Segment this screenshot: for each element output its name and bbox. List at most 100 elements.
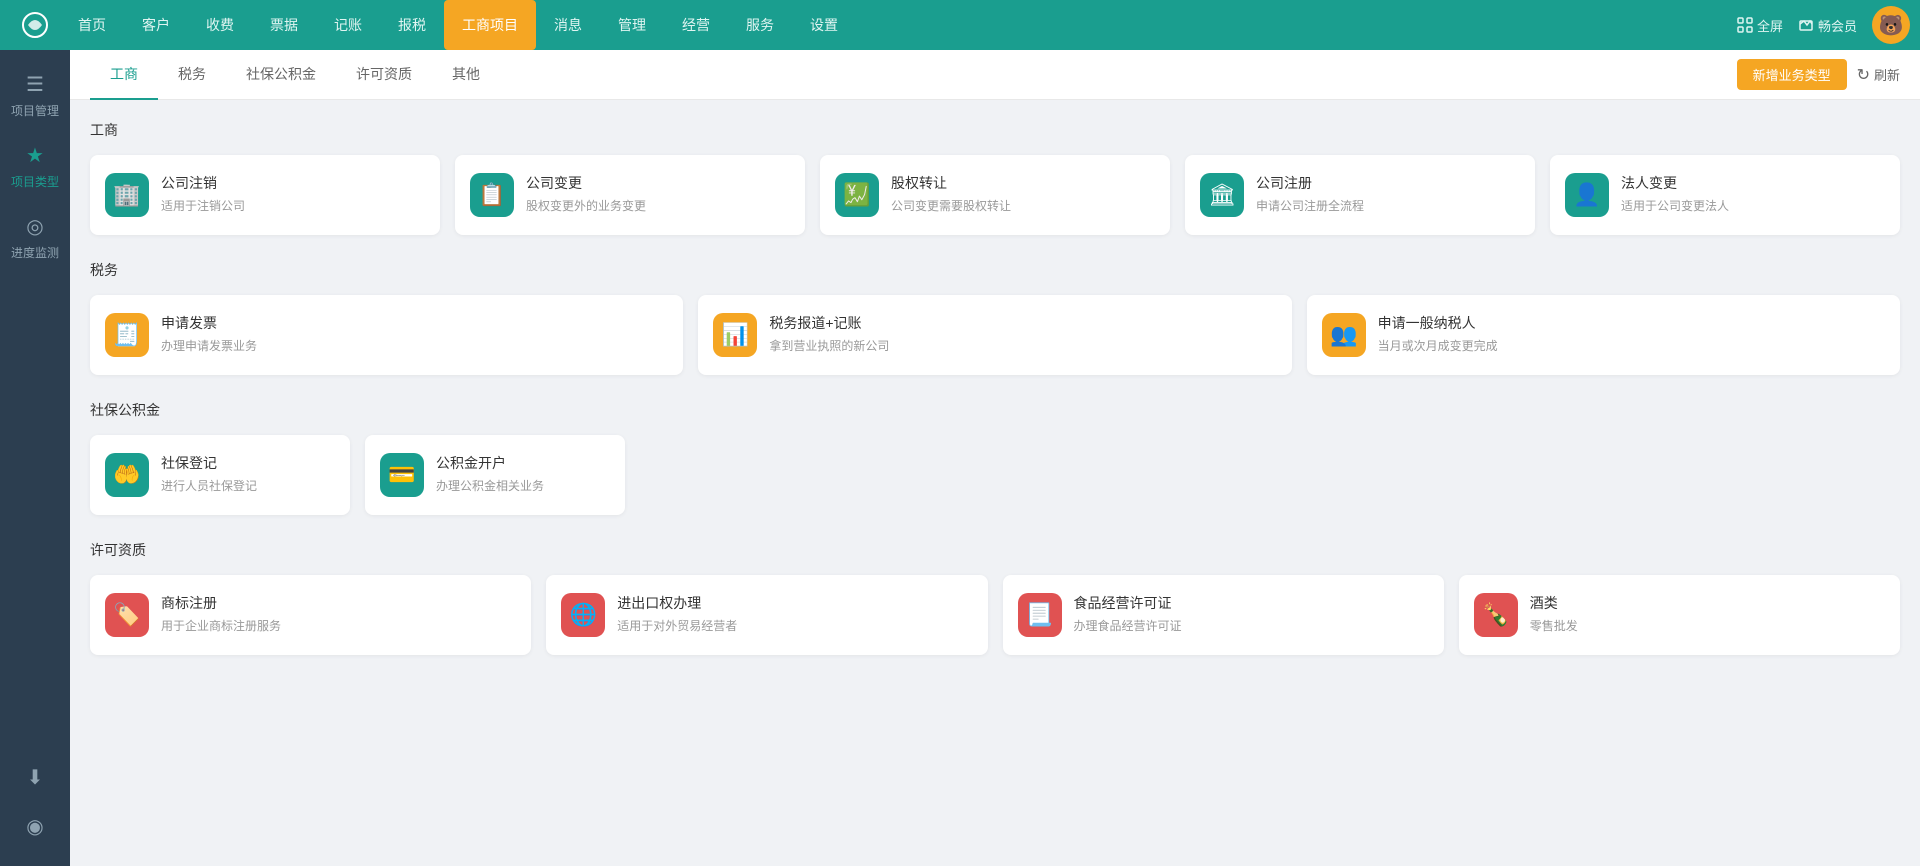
card-icon: 👥 <box>1322 313 1366 357</box>
nav-item-客户[interactable]: 客户 <box>124 0 188 50</box>
nav-item-收费[interactable]: 收费 <box>188 0 252 50</box>
service-card-法人变更[interactable]: 👤法人变更适用于公司变更法人 <box>1550 155 1900 235</box>
nav-item-首页[interactable]: 首页 <box>60 0 124 50</box>
card-icon: 🏛 <box>1200 173 1244 217</box>
card-content: 公司注销适用于注销公司 <box>161 173 245 214</box>
card-title: 税务报道+记账 <box>769 313 889 333</box>
card-icon: 🏢 <box>105 173 149 217</box>
tab-社保公积金[interactable]: 社保公积金 <box>226 50 336 100</box>
section-工商: 工商 🏢 公司注销适用于注销公司 📋公司变更股权变更外的业务变更 💹 股权转让公司变更需要… <box>90 120 1900 235</box>
nav-item-消息[interactable]: 消息 <box>536 0 600 50</box>
card-icon: 🧾 <box>105 313 149 357</box>
card-desc: 办理公积金相关业务 <box>436 477 544 494</box>
card-content: 申请发票办理申请发票业务 <box>161 313 257 354</box>
tab-bar: 工商税务社保公积金许可资质其他 新增业务类型 ↻ 刷新 <box>70 50 1920 100</box>
card-title: 公司注册 <box>1256 173 1364 193</box>
main-layout: ☰项目管理★项目类型◎进度监测⬇◉ 工商税务社保公积金许可资质其他 新增业务类型… <box>0 50 1920 866</box>
add-business-type-button[interactable]: 新增业务类型 <box>1737 59 1847 90</box>
main-scroll-area[interactable]: 工商 🏢 公司注销适用于注销公司 📋公司变更股权变更外的业务变更 💹 股权转让公司变更需要… <box>70 100 1920 866</box>
sidebar: ☰ 项目管理 ★ 项目类型 ◎ 进度监测 ⬇◉ <box>0 50 70 866</box>
card-title: 股权转让 <box>891 173 1011 193</box>
service-card-公司变更[interactable]: 📋公司变更股权变更外的业务变更 <box>455 155 805 235</box>
sidebar-icon: ◎ <box>26 214 43 239</box>
service-card-股权转让[interactable]: 💹 股权转让公司变更需要股权转让 <box>820 155 1170 235</box>
service-card-申请一般纳税人[interactable]: 👥申请一般纳税人当月或次月成变更完成 <box>1307 295 1900 375</box>
nav-item-经营[interactable]: 经营 <box>664 0 728 50</box>
top-navigation: 首页客户收费票据记账报税工商项目消息管理经营服务设置 全屏 畅会员 🐻 <box>0 0 1920 50</box>
mascot-avatar: 🐻 <box>1872 6 1910 44</box>
card-content: 公司变更股权变更外的业务变更 <box>526 173 646 214</box>
refresh-button[interactable]: ↻ 刷新 <box>1857 65 1900 85</box>
card-icon: 🍾 <box>1474 593 1518 637</box>
nav-item-设置[interactable]: 设置 <box>792 0 856 50</box>
section-title: 社保公积金 <box>90 400 1900 420</box>
tab-bar-right: 新增业务类型 ↻ 刷新 <box>1737 59 1900 90</box>
sidebar-icon: ★ <box>26 143 44 168</box>
card-title: 进出口权办理 <box>617 593 737 613</box>
card-desc: 适用于对外贸易经营者 <box>617 617 737 634</box>
vip-button[interactable]: 畅会员 <box>1798 16 1857 35</box>
service-card-公积金开户[interactable]: 💳公积金开户办理公积金相关业务 <box>365 435 625 515</box>
card-icon: 💹 <box>835 173 879 217</box>
section-title: 工商 <box>90 120 1900 140</box>
sidebar-item-进度监测[interactable]: ◎ 进度监测 <box>0 202 70 273</box>
service-card-酒类[interactable]: 🍾 酒类零售批发 <box>1459 575 1900 655</box>
service-card-商标注册[interactable]: 🏷️商标注册用于企业商标注册服务 <box>90 575 531 655</box>
card-desc: 办理申请发票业务 <box>161 337 257 354</box>
tab-其他[interactable]: 其他 <box>432 50 500 100</box>
card-icon: 🌐 <box>561 593 605 637</box>
tab-税务[interactable]: 税务 <box>158 50 226 100</box>
nav-item-报税[interactable]: 报税 <box>380 0 444 50</box>
sidebar-item-项目管理[interactable]: ☰ 项目管理 <box>0 60 70 131</box>
card-title: 公司注销 <box>161 173 245 193</box>
nav-item-记账[interactable]: 记账 <box>316 0 380 50</box>
card-content: 股权转让公司变更需要股权转让 <box>891 173 1011 214</box>
service-card-公司注册[interactable]: 🏛 公司注册申请公司注册全流程 <box>1185 155 1535 235</box>
sidebar-label: 项目类型 <box>11 173 59 190</box>
card-desc: 拿到营业执照的新公司 <box>769 337 889 354</box>
cards-grid: 🏷️商标注册用于企业商标注册服务 🌐 进出口权办理适用于对外贸易经营者 📃 食品经营许可… <box>90 575 1900 655</box>
cards-grid: 🤲社保登记进行人员社保登记💳公积金开户办理公积金相关业务 <box>90 435 1900 515</box>
section-许可资质: 许可资质 🏷️商标注册用于企业商标注册服务 🌐 进出口权办理适用于对外贸易经营者 📃 食品… <box>90 540 1900 655</box>
nav-item-工商项目[interactable]: 工商项目 <box>444 0 536 50</box>
card-content: 酒类零售批发 <box>1530 593 1578 634</box>
nav-item-服务[interactable]: 服务 <box>728 0 792 50</box>
cards-grid: 🧾 申请发票办理申请发票业务 📊 税务报道+记账拿到营业执照的新公司 👥申请一般纳税人当… <box>90 295 1900 375</box>
service-card-公司注销[interactable]: 🏢 公司注销适用于注销公司 <box>90 155 440 235</box>
sidebar-bottom-item[interactable]: ⬇ <box>0 753 70 802</box>
card-icon: 🏷️ <box>105 593 149 637</box>
card-icon: 📃 <box>1018 593 1062 637</box>
content-area: 工商税务社保公积金许可资质其他 新增业务类型 ↻ 刷新 工商🏢公司注销适用于注销… <box>70 50 1920 866</box>
section-title: 许可资质 <box>90 540 1900 560</box>
card-content: 公积金开户办理公积金相关业务 <box>436 453 544 494</box>
card-icon: 📊 <box>713 313 757 357</box>
nav-item-管理[interactable]: 管理 <box>600 0 664 50</box>
sidebar-label: 进度监测 <box>11 244 59 261</box>
sidebar-bottom-item[interactable]: ◉ <box>0 802 70 851</box>
tab-工商[interactable]: 工商 <box>90 50 158 100</box>
service-card-进出口权办理[interactable]: 🌐 进出口权办理适用于对外贸易经营者 <box>546 575 987 655</box>
card-icon: 👤 <box>1565 173 1609 217</box>
card-desc: 办理食品经营许可证 <box>1074 617 1182 634</box>
tab-许可资质[interactable]: 许可资质 <box>336 50 432 100</box>
card-title: 法人变更 <box>1621 173 1729 193</box>
card-title: 社保登记 <box>161 453 257 473</box>
sidebar-icon: ☰ <box>26 72 44 97</box>
card-desc: 用于企业商标注册服务 <box>161 617 281 634</box>
service-card-申请发票[interactable]: 🧾 申请发票办理申请发票业务 <box>90 295 683 375</box>
sidebar-item-项目类型[interactable]: ★ 项目类型 <box>0 131 70 202</box>
card-desc: 公司变更需要股权转让 <box>891 197 1011 214</box>
card-desc: 申请公司注册全流程 <box>1256 197 1364 214</box>
card-content: 公司注册申请公司注册全流程 <box>1256 173 1364 214</box>
card-title: 申请发票 <box>161 313 257 333</box>
service-card-税务报道+记账[interactable]: 📊 税务报道+记账拿到营业执照的新公司 <box>698 295 1291 375</box>
card-desc: 适用于注销公司 <box>161 197 245 214</box>
section-税务: 税务🧾申请发票办理申请发票业务📊税务报道+记账拿到营业执照的新公司👥申请一般纳税… <box>90 260 1900 375</box>
sidebar-label: 项目管理 <box>11 102 59 119</box>
section-社保公积金: 社保公积金 🤲社保登记进行人员社保登记💳公积金开户办理公积金相关业务 <box>90 400 1900 515</box>
card-content: 食品经营许可证办理食品经营许可证 <box>1074 593 1182 634</box>
service-card-食品经营许可证[interactable]: 📃 食品经营许可证办理食品经营许可证 <box>1003 575 1444 655</box>
service-card-社保登记[interactable]: 🤲社保登记进行人员社保登记 <box>90 435 350 515</box>
nav-item-票据[interactable]: 票据 <box>252 0 316 50</box>
fullscreen-button[interactable]: 全屏 <box>1737 16 1783 35</box>
